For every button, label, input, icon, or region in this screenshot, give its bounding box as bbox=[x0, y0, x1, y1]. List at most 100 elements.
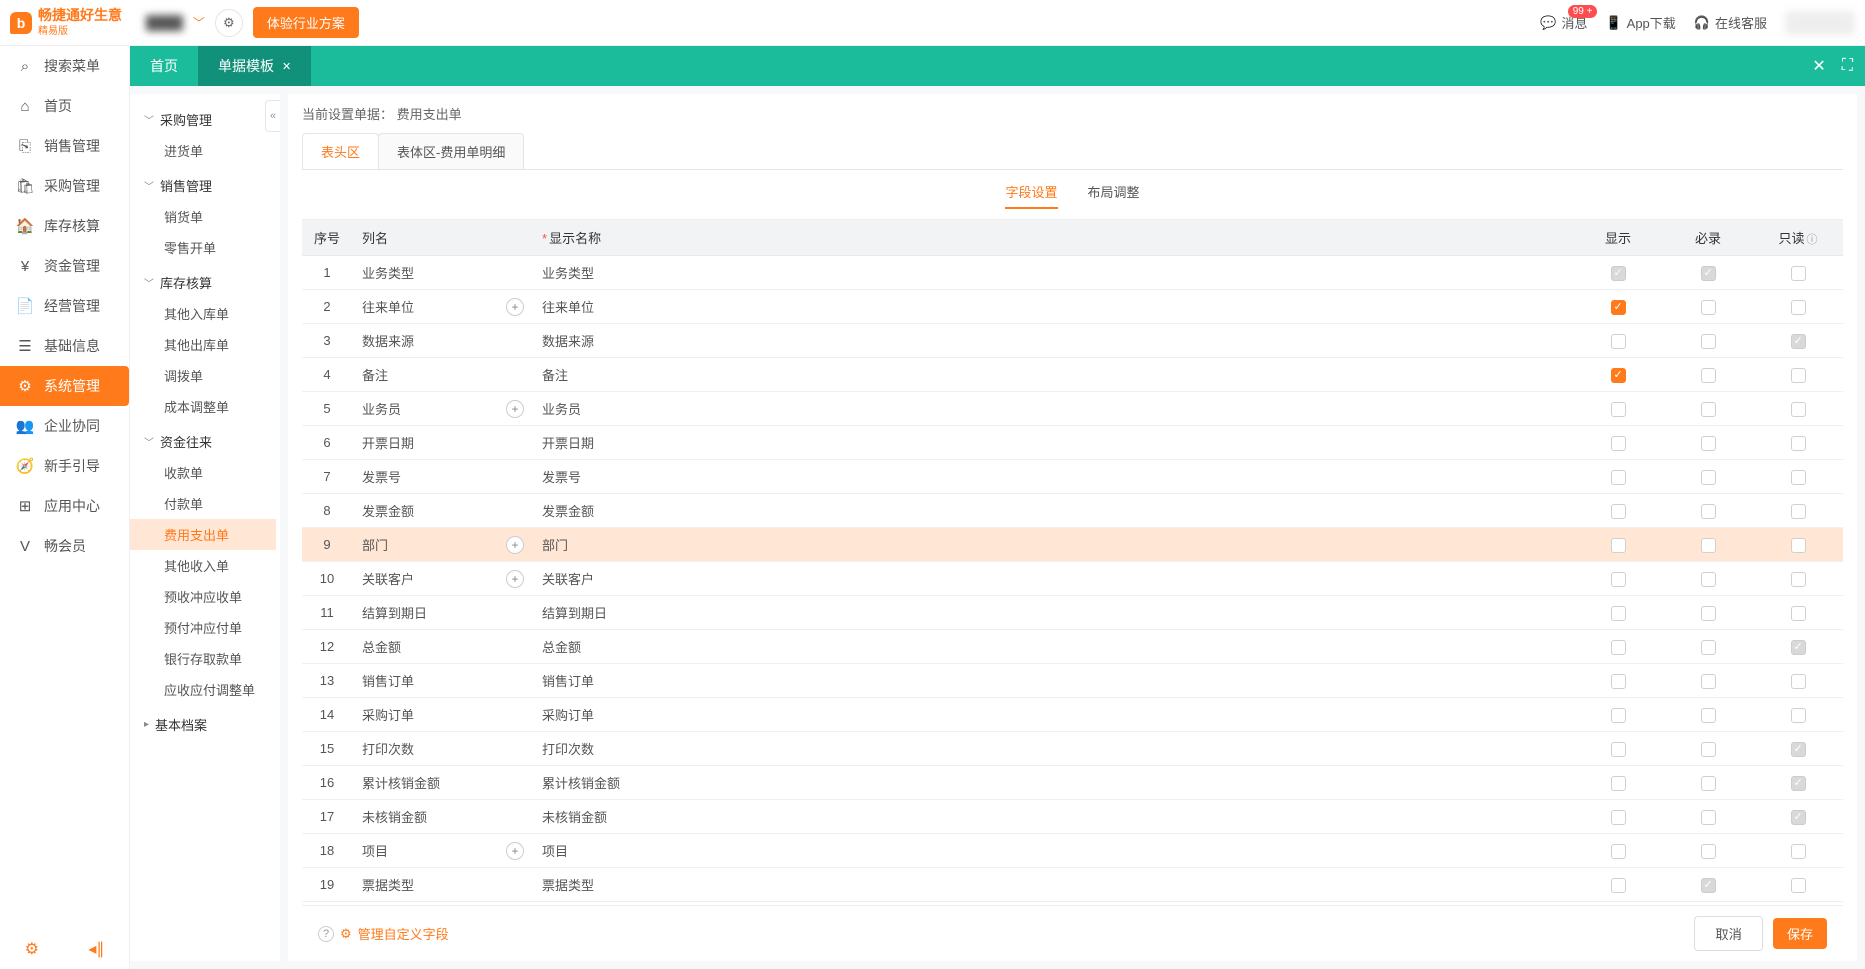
cell-display[interactable]: 发票号 bbox=[532, 460, 1573, 494]
fullscreen-icon[interactable]: ⛶ bbox=[1842, 57, 1853, 75]
cell-display[interactable]: 结算到期日 bbox=[532, 596, 1573, 630]
save-button[interactable]: 保存 bbox=[1773, 918, 1827, 949]
sidebar-basic[interactable]: ☰基础信息 bbox=[0, 326, 129, 366]
manage-custom-field-link[interactable]: ? ⚙ 管理自定义字段 bbox=[318, 924, 449, 943]
table-row[interactable]: 13销售订单销售订单 bbox=[302, 664, 1843, 698]
table-row[interactable]: 16累计核销金额累计核销金额 bbox=[302, 766, 1843, 800]
subtab-head[interactable]: 表头区 bbox=[302, 133, 379, 169]
checkbox[interactable] bbox=[1611, 436, 1626, 451]
checkbox[interactable] bbox=[1791, 878, 1806, 893]
tree-item[interactable]: 应收应付调整单 bbox=[130, 674, 276, 705]
table-row[interactable]: 8发票金额发票金额 bbox=[302, 494, 1843, 528]
cell-display[interactable]: 往来单位 bbox=[532, 290, 1573, 324]
table-row[interactable]: 5业务员+业务员 bbox=[302, 392, 1843, 426]
checkbox[interactable] bbox=[1611, 402, 1626, 417]
add-icon[interactable]: + bbox=[506, 570, 524, 588]
checkbox[interactable] bbox=[1611, 334, 1626, 349]
checkbox[interactable] bbox=[1791, 402, 1806, 417]
cell-display[interactable]: 开票日期 bbox=[532, 426, 1573, 460]
cell-display[interactable]: 打印次数 bbox=[532, 732, 1573, 766]
checkbox[interactable] bbox=[1791, 674, 1806, 689]
cell-display[interactable]: 未核销金额 bbox=[532, 800, 1573, 834]
checkbox[interactable] bbox=[1611, 810, 1626, 825]
org-dropdown-icon[interactable]: ﹀ bbox=[193, 14, 205, 31]
sidebar-home[interactable]: ⌂首页 bbox=[0, 86, 129, 126]
cancel-button[interactable]: 取消 bbox=[1694, 916, 1763, 951]
tree-item[interactable]: 其他入库单 bbox=[130, 298, 276, 329]
table-row[interactable]: 15打印次数打印次数 bbox=[302, 732, 1843, 766]
checkbox[interactable] bbox=[1611, 742, 1626, 757]
tree-item[interactable]: 收款单 bbox=[130, 457, 276, 488]
checkbox[interactable] bbox=[1701, 368, 1716, 383]
table-row[interactable]: 7发票号发票号 bbox=[302, 460, 1843, 494]
sidebar-purchase[interactable]: 🛍采购管理 bbox=[0, 166, 129, 206]
tree-item[interactable]: 费用支出单 bbox=[130, 519, 276, 550]
sidebar-search[interactable]: ⌕搜索菜单 bbox=[0, 46, 129, 86]
sidebar-apps[interactable]: ⊞应用中心 bbox=[0, 486, 129, 526]
checkbox[interactable] bbox=[1791, 572, 1806, 587]
sidebar-funds[interactable]: ¥资金管理 bbox=[0, 246, 129, 286]
midnav-layout[interactable]: 布局调整 bbox=[1088, 182, 1140, 209]
cell-display[interactable]: 累计核销金额 bbox=[532, 766, 1573, 800]
table-row[interactable]: 6开票日期开票日期 bbox=[302, 426, 1843, 460]
table-row[interactable]: 2往来单位+往来单位 bbox=[302, 290, 1843, 324]
org-name[interactable]: ████ bbox=[146, 15, 183, 30]
checkbox[interactable] bbox=[1791, 300, 1806, 315]
tab-template[interactable]: 单据模板 ✕ bbox=[198, 46, 311, 86]
table-row[interactable]: 12总金额总金额 bbox=[302, 630, 1843, 664]
midnav-field[interactable]: 字段设置 bbox=[1005, 182, 1057, 209]
checkbox[interactable] bbox=[1611, 640, 1626, 655]
table-row[interactable]: 14采购订单采购订单 bbox=[302, 698, 1843, 732]
table-row[interactable]: 17未核销金额未核销金额 bbox=[302, 800, 1843, 834]
checkbox[interactable] bbox=[1701, 334, 1716, 349]
checkbox[interactable] bbox=[1701, 810, 1716, 825]
sidebar-gear-icon[interactable]: ⚙ bbox=[25, 939, 39, 959]
close-icon[interactable]: ✕ bbox=[282, 60, 291, 73]
tree-item[interactable]: 银行存取款单 bbox=[130, 643, 276, 674]
table-row[interactable]: 11结算到期日结算到期日 bbox=[302, 596, 1843, 630]
tree-item[interactable]: 付款单 bbox=[130, 488, 276, 519]
tree-item[interactable]: 调拨单 bbox=[130, 360, 276, 391]
checkbox[interactable] bbox=[1701, 436, 1716, 451]
table-row[interactable]: 3数据来源数据来源 bbox=[302, 324, 1843, 358]
tab-home[interactable]: 首页 bbox=[130, 46, 198, 86]
checkbox[interactable] bbox=[1611, 776, 1626, 791]
checkbox[interactable] bbox=[1701, 640, 1716, 655]
tabbar-close-icon[interactable]: ✕ bbox=[1812, 56, 1825, 76]
cell-display[interactable]: 发票金额 bbox=[532, 494, 1573, 528]
tree-item[interactable]: 其他出库单 bbox=[130, 329, 276, 360]
cell-display[interactable]: 业务类型 bbox=[532, 256, 1573, 290]
trial-button[interactable]: 体验行业方案 bbox=[253, 7, 359, 38]
subtab-body[interactable]: 表体区-费用单明细 bbox=[378, 133, 524, 169]
cell-display[interactable]: 采购订单 bbox=[532, 698, 1573, 732]
table-row[interactable]: 1业务类型业务类型 bbox=[302, 256, 1843, 290]
checkbox[interactable] bbox=[1791, 266, 1806, 281]
table-row[interactable]: 18项目+项目 bbox=[302, 834, 1843, 868]
checkbox[interactable] bbox=[1791, 538, 1806, 553]
checkbox[interactable] bbox=[1611, 504, 1626, 519]
add-icon[interactable]: + bbox=[506, 842, 524, 860]
cell-display[interactable]: 备注 bbox=[532, 358, 1573, 392]
tree-item[interactable]: 销货单 bbox=[130, 201, 276, 232]
sidebar-collapse-icon[interactable]: ◂∥ bbox=[88, 939, 104, 959]
cell-display[interactable]: 部门 bbox=[532, 528, 1573, 562]
checkbox[interactable] bbox=[1701, 844, 1716, 859]
checkbox[interactable] bbox=[1701, 402, 1716, 417]
table-row[interactable]: 19票据类型票据类型 bbox=[302, 868, 1843, 902]
help-icon[interactable]: ⓘ bbox=[1807, 234, 1818, 246]
checkbox[interactable] bbox=[1611, 844, 1626, 859]
checkbox[interactable] bbox=[1611, 470, 1626, 485]
checkbox[interactable] bbox=[1611, 878, 1626, 893]
checkbox[interactable] bbox=[1791, 504, 1806, 519]
tree-item[interactable]: 零售开单 bbox=[130, 232, 276, 263]
checkbox[interactable] bbox=[1701, 674, 1716, 689]
checkbox[interactable] bbox=[1611, 538, 1626, 553]
app-download-link[interactable]: 📱 App下载 bbox=[1605, 13, 1675, 32]
service-link[interactable]: 🎧 在线客服 bbox=[1694, 13, 1767, 32]
checkbox[interactable] bbox=[1791, 606, 1806, 621]
tree-group-head[interactable]: ﹀资金往来 bbox=[130, 426, 276, 457]
cell-display[interactable]: 总金额 bbox=[532, 630, 1573, 664]
sidebar-inventory[interactable]: 🏠库存核算 bbox=[0, 206, 129, 246]
table-row[interactable]: 4备注备注 bbox=[302, 358, 1843, 392]
tree-item[interactable]: 进货单 bbox=[130, 135, 276, 166]
